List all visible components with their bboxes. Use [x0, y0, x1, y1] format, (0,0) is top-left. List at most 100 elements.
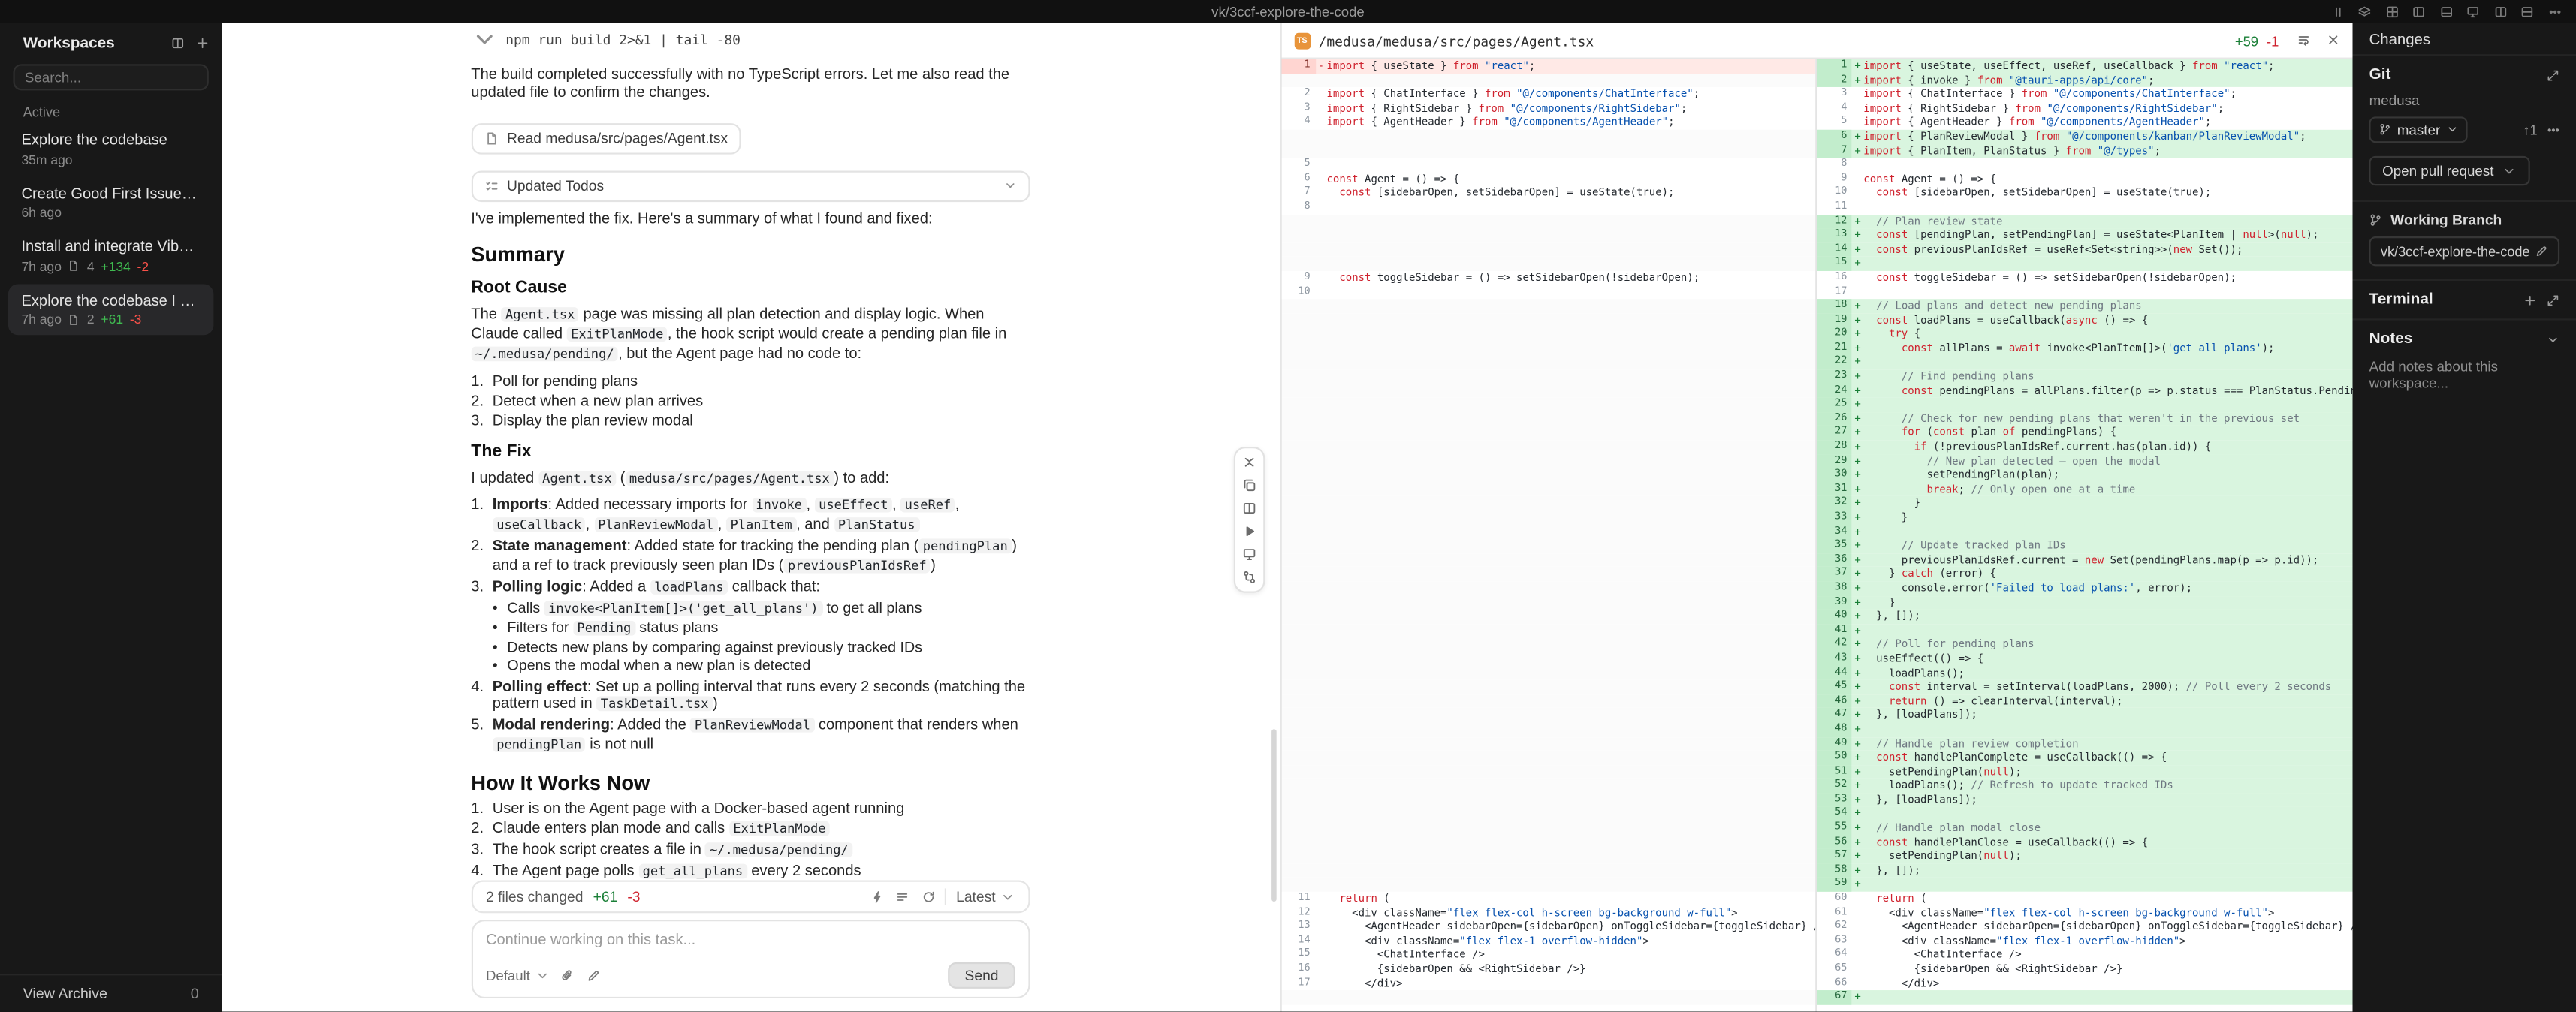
git-compare-icon[interactable]: [1242, 570, 1257, 585]
search-input[interactable]: Search...: [14, 64, 209, 90]
diff-line: 21+ const allPlans = await invoke<PlanIt…: [1817, 342, 2353, 356]
branch-select[interactable]: master: [2369, 116, 2469, 143]
files-count: 4: [87, 259, 95, 274]
diff-line: 53+ }, [loadPlans]);: [1817, 793, 2353, 807]
additions-count: +134: [101, 259, 130, 274]
search-placeholder: Search...: [25, 69, 81, 86]
pause-icon[interactable]: [2330, 5, 2345, 19]
diff-line: 62 <AgentHeader sidebarOpen={sidebarOpen…: [1817, 920, 2353, 934]
diff-line: 43+ useEffect(() => {: [1817, 652, 2353, 666]
zap-icon[interactable]: [870, 890, 884, 904]
workspace-meta: 35m ago: [21, 152, 200, 167]
mode-select[interactable]: Default: [486, 967, 549, 983]
diff-line: [1280, 356, 1816, 370]
diff-line: [1280, 327, 1816, 342]
refresh-icon[interactable]: [921, 890, 935, 904]
chevron-down-icon: [2502, 164, 2516, 178]
more-menu-icon[interactable]: [2546, 123, 2560, 137]
tool-box[interactable]: Updated Todos: [471, 170, 1030, 202]
workspace-meta: 7h ago2+61-3: [21, 312, 200, 327]
file-icon: [484, 131, 499, 145]
ellipsis-icon[interactable]: [2547, 5, 2562, 19]
diff-line: 22+: [1817, 356, 2353, 370]
diff-line: 33+ }: [1817, 511, 2353, 525]
diff-line: [1280, 384, 1816, 398]
edit-branch-icon[interactable]: [2535, 245, 2548, 258]
sub-list-item: •Detects new plans by comparing against …: [493, 639, 1030, 655]
diff-line: 47+ }, [loadPlans]);: [1817, 708, 2353, 722]
changes-summary-bar[interactable]: 2 files changed +61 -3 Latest: [471, 881, 1030, 914]
monitor-icon[interactable]: [1242, 547, 1257, 562]
diff-line: [1280, 511, 1816, 525]
sidebar-left-icon[interactable]: [2412, 5, 2426, 19]
view-archive-button[interactable]: View Archive: [23, 986, 107, 1002]
workspace-time: 7h ago: [21, 312, 62, 327]
chevron-down-icon[interactable]: [2547, 333, 2560, 346]
workspace-item[interactable]: Explore the codebase I want you to ex...…: [8, 283, 213, 335]
diff-line: 5 import { AgentHeader } from "@/compone…: [1817, 116, 2353, 130]
columns-icon[interactable]: [1242, 501, 1257, 516]
additions-count: +61: [101, 312, 123, 327]
latest-dropdown[interactable]: Latest: [956, 888, 1015, 905]
diff-line: [1280, 426, 1816, 441]
diff-line: [1280, 228, 1816, 242]
terminal-section-title: Terminal: [2369, 291, 2433, 309]
diff-line: 1+import { useState, useEffect, useRef, …: [1817, 59, 2353, 74]
ordered-list: 1.User is on the Agent page with a Docke…: [471, 799, 1030, 880]
diff-line: [1280, 242, 1816, 257]
tool-box[interactable]: Read medusa/src/pages/Agent.tsx: [471, 122, 741, 154]
rows-icon[interactable]: [2520, 5, 2535, 19]
copy-icon[interactable]: [1242, 478, 1257, 493]
diff-line: 24+ const pendingPlans = allPlans.filter…: [1817, 384, 2353, 398]
diff-line: 4 import { RightSidebar } from "@/compon…: [1817, 101, 2353, 116]
git-section-title: Git: [2369, 66, 2391, 84]
diff-line: 13+ const [pendingPlan, setPendingPlan] …: [1817, 228, 2353, 242]
diff-line: 42+ // Poll for pending plans: [1817, 638, 2353, 652]
diff-line: [1280, 454, 1816, 468]
close-diff-icon[interactable]: [2326, 33, 2340, 47]
send-button[interactable]: Send: [949, 962, 1015, 989]
diff-line: 13 <AgentHeader sidebarOpen={sidebarOpen…: [1280, 920, 1816, 934]
message-input[interactable]: Continue working on this task...: [486, 931, 1015, 947]
diff-panel: TS /medusa/medusa/src/pages/Agent.tsx +5…: [1280, 23, 2352, 1012]
diff-line: 65 {sidebarOpen && <RightSidebar />}: [1817, 962, 2353, 977]
diff-line: 52+ loadPlans(); // Refresh to update tr…: [1817, 779, 2353, 793]
monitor-icon[interactable]: [2466, 5, 2480, 19]
diff-line: 64 <ChatInterface />: [1817, 948, 2353, 962]
collapse-icon[interactable]: [1242, 455, 1257, 470]
working-branch-field[interactable]: vk/3ccf-explore-the-code: [2369, 236, 2560, 266]
diff-line: 18+ // Load plans and detect new pending…: [1817, 299, 2353, 313]
tool-command[interactable]: npm run build 2>&1 | tail -80: [471, 26, 1030, 53]
workspace-item[interactable]: Explore the codebase35m ago: [8, 123, 213, 175]
list-icon[interactable]: [895, 890, 909, 904]
titlebar-actions: [2330, 5, 2576, 19]
workspaces-title: Workspaces: [23, 35, 115, 53]
expand-terminal-icon[interactable]: [2547, 293, 2560, 306]
wrap-lines-icon[interactable]: [2297, 33, 2311, 47]
columns-icon[interactable]: [2493, 5, 2508, 19]
columns-icon[interactable]: [171, 37, 186, 51]
new-terminal-icon[interactable]: [2523, 293, 2537, 306]
edit-icon[interactable]: [586, 968, 600, 983]
panel-bottom-icon[interactable]: [2439, 5, 2453, 19]
notes-placeholder[interactable]: Add notes about this workspace...: [2353, 358, 2576, 391]
workspace-item[interactable]: Create Good First Issues on Github So ..…: [8, 176, 213, 228]
grid-icon[interactable]: [2384, 5, 2399, 19]
diff-line: 8: [1817, 158, 2353, 172]
play-icon[interactable]: [1242, 524, 1257, 539]
open-pr-button[interactable]: Open pull request: [2369, 156, 2529, 185]
diff-line: [1280, 412, 1816, 426]
layers-icon[interactable]: [2357, 5, 2372, 19]
expand-icon[interactable]: [2547, 68, 2560, 82]
workspace-item[interactable]: Install and integrate Vibe Kanban Web...…: [8, 230, 213, 282]
list-item: 1.Poll for pending plans: [471, 372, 1030, 390]
diff-line: 10 const [sidebarOpen, setSidebarOpen] =…: [1817, 186, 2353, 200]
diff-line: [1280, 765, 1816, 779]
diff-line: [1280, 793, 1816, 807]
attach-file-icon[interactable]: [560, 968, 575, 983]
diff-line: 61 <div className="flex flex-col h-scree…: [1817, 906, 2353, 920]
plus-icon[interactable]: [195, 37, 209, 51]
diff-line: 27+ for (const plan of pendingPlans) {: [1817, 426, 2353, 441]
scrollbar[interactable]: [1271, 729, 1277, 902]
diff-line: 40+ }, []);: [1817, 610, 2353, 624]
